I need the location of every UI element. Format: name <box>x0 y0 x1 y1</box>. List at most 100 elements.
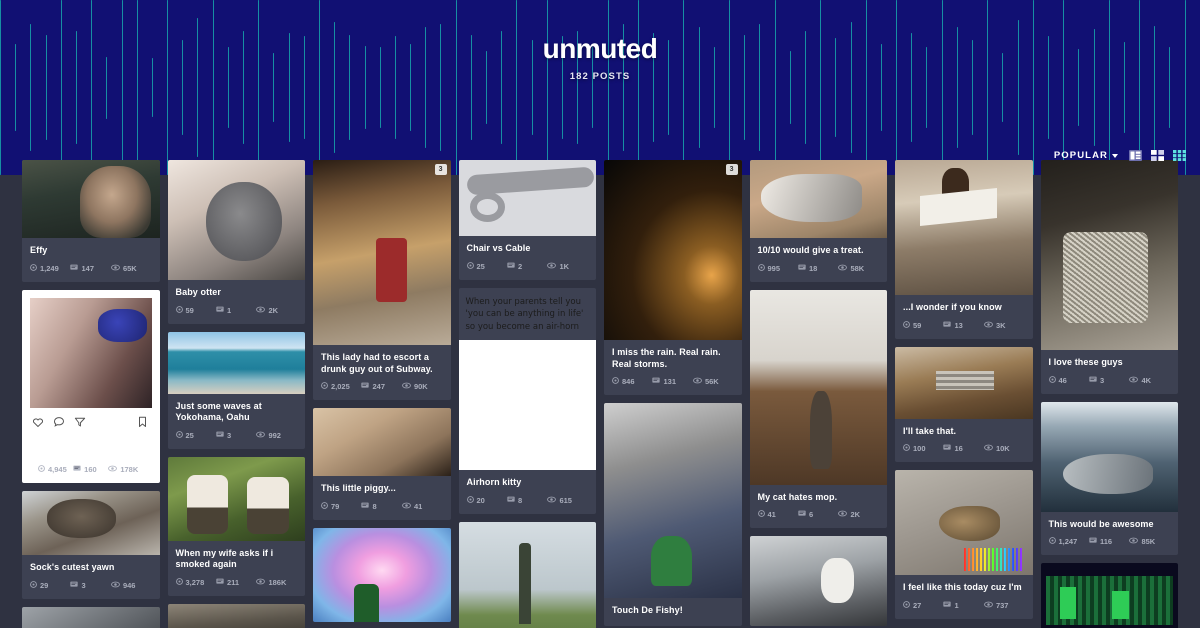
share-icon[interactable] <box>74 415 86 433</box>
post-card-partial-bottom-6[interactable] <box>749 536 887 626</box>
post-thumbnail[interactable]: 3 <box>604 160 742 340</box>
post-card-partial-bottom-4[interactable] <box>458 521 596 628</box>
views-stat: 85K <box>1129 537 1169 546</box>
post-thumbnail[interactable] <box>22 160 160 238</box>
post-thumbnail[interactable] <box>749 289 887 485</box>
post-card-subway-drunk[interactable]: 3 This lady had to escort a drunk guy out… <box>313 160 451 400</box>
post-card-wife-smoked[interactable]: When my wife asks if i smoked again 3,278… <box>167 456 305 596</box>
post-title[interactable]: I love these guys <box>1049 357 1171 369</box>
post-card-ill-take-that[interactable]: I'll take that. 100 16 10K <box>895 346 1033 462</box>
point-icon <box>757 510 765 519</box>
post-title[interactable]: ...I wonder if you know <box>903 302 1025 314</box>
views-stat-value: 2K <box>850 510 861 519</box>
post-card-feel-like-this-today[interactable]: I feel like this today cuz I'm 27 1 737 <box>895 470 1033 619</box>
post-thumbnail[interactable] <box>458 521 596 628</box>
post-thumbnail[interactable] <box>749 160 887 238</box>
post-card-oh-boy[interactable]: Oh boy 4,945 160 178K <box>22 289 160 483</box>
post-title[interactable]: This little piggy... <box>321 483 443 495</box>
post-thumbnail[interactable] <box>1040 563 1178 628</box>
list-view-icon[interactable] <box>1129 150 1142 161</box>
post-thumbnail[interactable] <box>604 403 742 598</box>
post-thumbnail[interactable] <box>167 160 305 280</box>
grid-column: 10/10 would give a treat. 995 18 58K My cat … <box>749 160 887 628</box>
thumbnail-detail <box>247 476 289 534</box>
post-card-love-these-guys[interactable]: I love these guys 46 3 4K <box>1040 160 1178 394</box>
comments-stat: 1 <box>216 306 256 315</box>
post-card-touch-de-fishy[interactable]: Touch De Fishy! <box>604 403 742 626</box>
post-thumbnail[interactable] <box>458 160 596 236</box>
sort-dropdown[interactable]: POPULAR <box>1054 150 1118 161</box>
post-thumbnail[interactable]: 3 <box>313 160 451 345</box>
post-thumbnail[interactable] <box>895 346 1033 419</box>
post-title[interactable]: This lady had to escort a drunk guy out … <box>321 352 443 375</box>
post-thumbnail[interactable] <box>749 536 887 626</box>
post-card-cat-hates-mop[interactable]: My cat hates mop. 41 6 2K <box>749 289 887 528</box>
post-thumbnail[interactable] <box>895 160 1033 295</box>
points-stat-value: 41 <box>767 510 776 519</box>
like-icon[interactable] <box>32 415 44 433</box>
eye-icon <box>547 496 557 505</box>
post-thumbnail[interactable] <box>895 470 1033 575</box>
post-title[interactable]: I'll take that. <box>903 426 1025 438</box>
post-thumbnail[interactable] <box>167 456 305 541</box>
post-card-socks-cutest-yawn[interactable]: Sock's cutest yawn 29 3 946 <box>22 491 160 599</box>
post-card-baby-otter[interactable]: Baby otter 59 1 2K <box>167 160 305 324</box>
post-title[interactable]: When my wife asks if i smoked again <box>176 548 298 571</box>
post-card-would-give-a-treat[interactable]: 10/10 would give a treat. 995 18 58K <box>749 160 887 282</box>
post-thumbnail[interactable] <box>167 331 305 394</box>
post-thumbnail[interactable] <box>1040 160 1178 350</box>
post-title[interactable]: This would be awesome <box>1049 519 1171 531</box>
post-card-wonder-if-you-know[interactable]: ...I wonder if you know 59 13 3K <box>895 160 1033 339</box>
comment-icon[interactable] <box>53 415 65 433</box>
points-stat: 25 <box>175 431 216 440</box>
post-title[interactable]: Airhorn kitty <box>467 477 589 489</box>
grid-column: Chair vs Cable 25 2 1K When your parents tel… <box>458 160 596 628</box>
post-title[interactable]: Effy <box>30 245 152 257</box>
post-card-partial-bottom-2[interactable] <box>167 603 305 628</box>
post-card-effy[interactable]: Effy 1,249 147 65K <box>22 160 160 282</box>
post-card-this-little-piggy[interactable]: This little piggy... 79 8 41 <box>313 408 451 520</box>
post-card-miss-the-rain[interactable]: 3 I miss the rain. Real rain. Real storms… <box>604 160 742 395</box>
grid-small-icon[interactable] <box>1173 150 1186 161</box>
post-thumbnail[interactable] <box>22 491 160 555</box>
post-stats: 1,247 116 85K <box>1048 537 1171 546</box>
post-thumbnail[interactable] <box>313 408 451 476</box>
post-title[interactable]: Baby otter <box>176 287 298 299</box>
post-title[interactable]: Chair vs Cable <box>467 243 589 255</box>
grid-large-icon[interactable] <box>1151 150 1164 161</box>
post-thumbnail[interactable] <box>1040 401 1178 512</box>
post-card-airhorn-kitty[interactable]: When your parents tell you 'you can be a… <box>458 287 596 514</box>
points-stat: 995 <box>757 264 798 273</box>
post-title[interactable]: Oh boy <box>38 447 144 459</box>
post-title[interactable]: Touch De Fishy! <box>612 605 734 617</box>
post-stats: 59 13 3K <box>903 321 1025 330</box>
post-thumbnail[interactable] <box>22 606 160 628</box>
post-meta: Sock's cutest yawn 29 3 946 <box>22 555 160 599</box>
post-thumbnail[interactable] <box>458 340 596 470</box>
post-title[interactable]: My cat hates mop. <box>758 492 880 504</box>
sort-label: POPULAR <box>1053 150 1108 161</box>
comment-icon <box>943 321 952 330</box>
post-card-partial-bottom-8[interactable] <box>1040 563 1178 628</box>
bookmark-icon[interactable] <box>137 415 148 433</box>
post-title[interactable]: I feel like this today cuz I'm <box>903 582 1025 594</box>
post-meta: ...I wonder if you know 59 13 3K <box>895 295 1033 339</box>
post-card-would-be-awesome[interactable]: This would be awesome 1,247 116 85K <box>1040 401 1178 555</box>
post-thumbnail[interactable] <box>167 603 305 628</box>
post-card-yokohama-waves[interactable]: Just some waves at Yokohama, Oahu 25 3 992 <box>167 331 305 449</box>
post-card-partial-bottom-1[interactable] <box>22 606 160 628</box>
post-thumbnail[interactable] <box>30 297 152 408</box>
post-title[interactable]: Just some waves at Yokohama, Oahu <box>176 401 298 424</box>
post-title[interactable]: I miss the rain. Real rain. Real storms. <box>612 347 734 370</box>
post-card-partial-bottom-3[interactable] <box>313 527 451 622</box>
post-title[interactable]: 10/10 would give a treat. <box>758 245 880 257</box>
points-stat-value: 29 <box>40 580 49 590</box>
points-stat: 100 <box>903 444 943 453</box>
chevron-down-icon <box>1112 154 1118 158</box>
post-title[interactable]: Sock's cutest yawn <box>30 562 152 574</box>
point-icon <box>903 320 910 330</box>
post-card-chair-vs-cable[interactable]: Chair vs Cable 25 2 1K <box>458 160 596 280</box>
point-icon <box>466 495 474 505</box>
views-stat-value: 186K <box>268 577 287 587</box>
post-thumbnail[interactable] <box>313 527 451 622</box>
